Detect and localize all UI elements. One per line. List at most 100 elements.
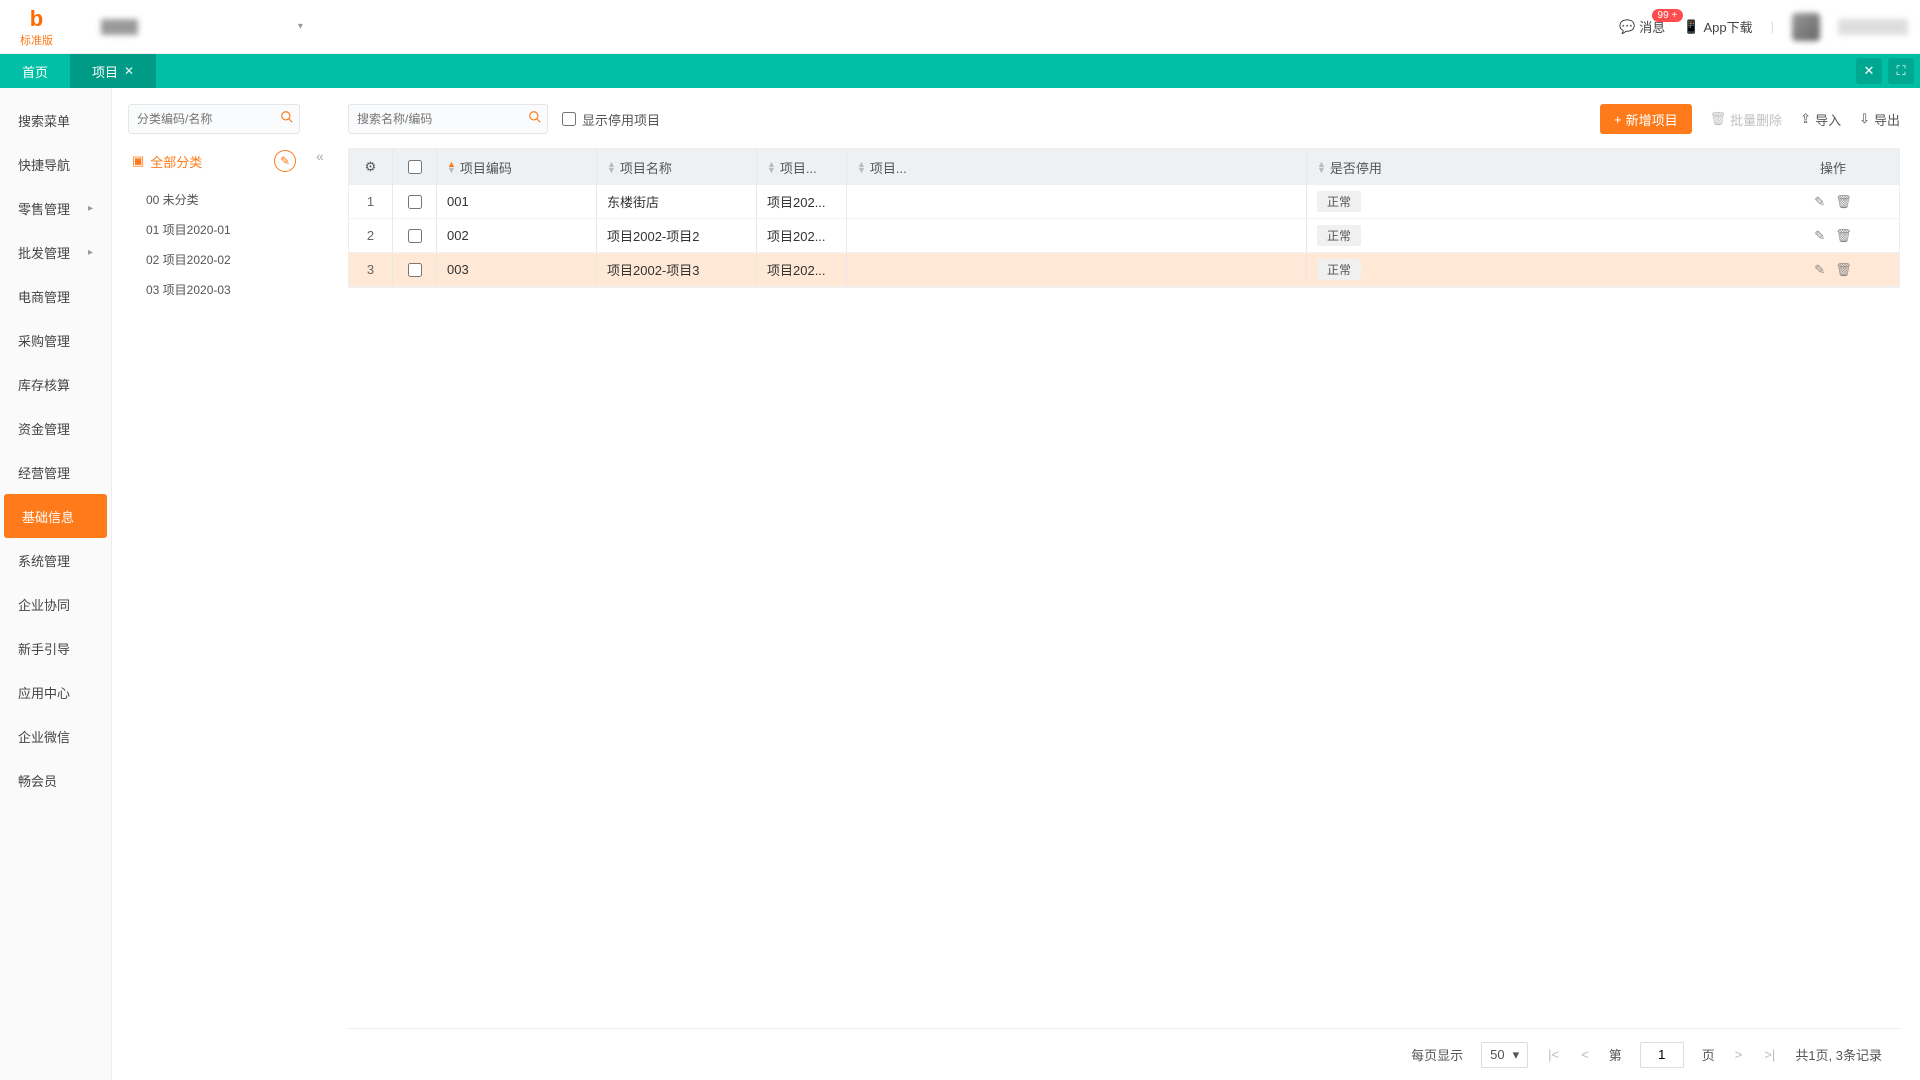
sidenav-item-11[interactable]: 企业协同	[0, 582, 111, 626]
logo: b 标准版	[12, 2, 61, 52]
sidenav-item-5[interactable]: 采购管理	[0, 318, 111, 362]
batch-delete-label: 批量删除	[1730, 110, 1782, 129]
fullscreen-button[interactable]: ⛶	[1888, 58, 1914, 84]
app-download-button[interactable]: 📱 App下载	[1683, 17, 1752, 36]
column-select-all[interactable]	[393, 149, 437, 185]
cell-checkbox[interactable]	[393, 219, 437, 252]
edit-icon[interactable]: ✎	[1814, 262, 1825, 278]
tab-1[interactable]: 项目✕	[70, 54, 156, 88]
cell-row-num: 2	[349, 219, 393, 252]
pager-page-suffix: 页	[1702, 1045, 1715, 1064]
status-badge: 正常	[1317, 259, 1361, 280]
show-disabled-input[interactable]	[562, 112, 576, 126]
sidenav-item-13[interactable]: 应用中心	[0, 670, 111, 714]
category-item-3[interactable]: 03 项目2020-03	[146, 274, 300, 304]
sidenav-item-9[interactable]: 基础信息	[4, 494, 107, 538]
per-page-label: 每页显示	[1411, 1045, 1463, 1064]
table-area: 显示停用项目 + 新增项目 🗑 批量删除 ⇪	[348, 104, 1900, 1080]
column-settings[interactable]: ⚙	[349, 149, 393, 185]
cell-code: 002	[437, 219, 597, 252]
export-button[interactable]: ⇩ 导出	[1859, 110, 1900, 129]
per-page-select[interactable]: 50 ▾	[1481, 1042, 1528, 1068]
sidenav-item-1[interactable]: 快捷导航	[0, 142, 111, 186]
cell-extra-2	[847, 185, 1307, 218]
row-checkbox[interactable]	[408, 229, 422, 243]
cell-extra-1: 项目202...	[757, 253, 847, 286]
cell-checkbox[interactable]	[393, 253, 437, 286]
category-search-input[interactable]	[128, 104, 300, 134]
category-item-0[interactable]: 00 未分类	[146, 184, 300, 214]
column-extra-2[interactable]: ▲▼ 项目...	[847, 149, 1307, 185]
category-item-2[interactable]: 02 项目2020-02	[146, 244, 300, 274]
sidenav-item-14[interactable]: 企业微信	[0, 714, 111, 758]
delete-icon[interactable]: 🗑	[1835, 228, 1852, 244]
pager-last-button[interactable]: >|	[1762, 1047, 1777, 1062]
show-disabled-checkbox[interactable]: 显示停用项目	[562, 110, 660, 129]
collapse-panel-icon[interactable]: «	[316, 148, 324, 164]
import-button[interactable]: ⇪ 导入	[1800, 110, 1841, 129]
sidenav-item-12[interactable]: 新手引导	[0, 626, 111, 670]
sidenav-item-7[interactable]: 资金管理	[0, 406, 111, 450]
pager-page-input[interactable]	[1640, 1042, 1684, 1068]
search-icon[interactable]	[280, 110, 294, 124]
sidenav-item-6[interactable]: 库存核算	[0, 362, 111, 406]
messages-button[interactable]: 💬 消息 99 +	[1619, 17, 1665, 36]
export-label: 导出	[1874, 110, 1900, 129]
tab-0[interactable]: 首页	[0, 54, 70, 88]
sidenav-item-10[interactable]: 系统管理	[0, 538, 111, 582]
sidenav-item-4[interactable]: 电商管理	[0, 274, 111, 318]
org-selector[interactable]: ████	[71, 15, 168, 38]
column-name[interactable]: ▲▼ 项目名称	[597, 149, 757, 185]
edit-icon[interactable]: ✎	[1814, 228, 1825, 244]
search-icon[interactable]	[528, 110, 542, 124]
delete-icon[interactable]: 🗑	[1835, 262, 1852, 278]
divider: |	[1771, 19, 1774, 34]
pager-prev-button[interactable]: <	[1579, 1047, 1591, 1062]
add-project-button[interactable]: + 新增项目	[1600, 104, 1692, 134]
username[interactable]	[1838, 19, 1908, 35]
cell-status: 正常	[1307, 185, 1767, 218]
close-tab-button[interactable]: ✕	[1856, 58, 1882, 84]
edit-icon[interactable]: ✎	[1814, 194, 1825, 210]
sidenav-item-3[interactable]: 批发管理▸	[0, 230, 111, 274]
cell-code: 001	[437, 185, 597, 218]
sidenav-item-label: 企业协同	[18, 595, 70, 614]
cell-checkbox[interactable]	[393, 185, 437, 218]
sidenav-item-8[interactable]: 经营管理	[0, 450, 111, 494]
cell-extra-1: 项目202...	[757, 185, 847, 218]
sidenav: 搜索菜单快捷导航零售管理▸批发管理▸ 电商管理采购管理库存核算资金管理经营管理基础…	[0, 88, 112, 1080]
pager-next-button[interactable]: >	[1733, 1047, 1745, 1062]
category-edit-button[interactable]: ✎	[274, 150, 296, 172]
table-search-input[interactable]	[348, 104, 548, 134]
row-checkbox[interactable]	[408, 195, 422, 209]
column-status[interactable]: ▲▼ 是否停用	[1307, 149, 1767, 185]
sidenav-item-label: 搜索菜单	[18, 111, 70, 130]
table-row[interactable]: 3003项目2002-项目3项目202...正常✎🗑	[349, 253, 1899, 287]
import-label: 导入	[1815, 110, 1841, 129]
logo-icon: b	[30, 6, 43, 32]
category-all-label[interactable]: 全部分类	[150, 152, 202, 171]
cell-ops: ✎🗑	[1767, 185, 1899, 218]
sidenav-item-label: 电商管理	[18, 287, 70, 306]
sidenav-item-2[interactable]: 零售管理▸	[0, 186, 111, 230]
export-icon: ⇩	[1859, 111, 1870, 127]
sidenav-item-15[interactable]: 畅会员	[0, 758, 111, 802]
table-row[interactable]: 2002项目2002-项目2项目202...正常✎🗑	[349, 219, 1899, 253]
avatar[interactable]	[1792, 13, 1820, 41]
sidenav-item-0[interactable]: 搜索菜单	[0, 98, 111, 142]
cell-code: 003	[437, 253, 597, 286]
select-all-checkbox[interactable]	[408, 160, 422, 174]
delete-icon[interactable]: 🗑	[1835, 194, 1852, 210]
column-extra-1[interactable]: ▲▼ 项目...	[757, 149, 847, 185]
chevron-down-icon[interactable]: ▾	[178, 21, 303, 32]
column-code[interactable]: ▲▼ 项目编码	[437, 149, 597, 185]
category-item-1[interactable]: 01 项目2020-01	[146, 214, 300, 244]
close-icon[interactable]: ✕	[124, 64, 134, 78]
sidenav-item-label: 快捷导航	[18, 155, 70, 174]
cell-row-num: 3	[349, 253, 393, 286]
cell-extra-1: 项目202...	[757, 219, 847, 252]
chat-icon: 💬	[1619, 19, 1635, 35]
row-checkbox[interactable]	[408, 263, 422, 277]
table-row[interactable]: 1001东楼街店项目202...正常✎🗑	[349, 185, 1899, 219]
pager-first-button[interactable]: |<	[1546, 1047, 1561, 1062]
